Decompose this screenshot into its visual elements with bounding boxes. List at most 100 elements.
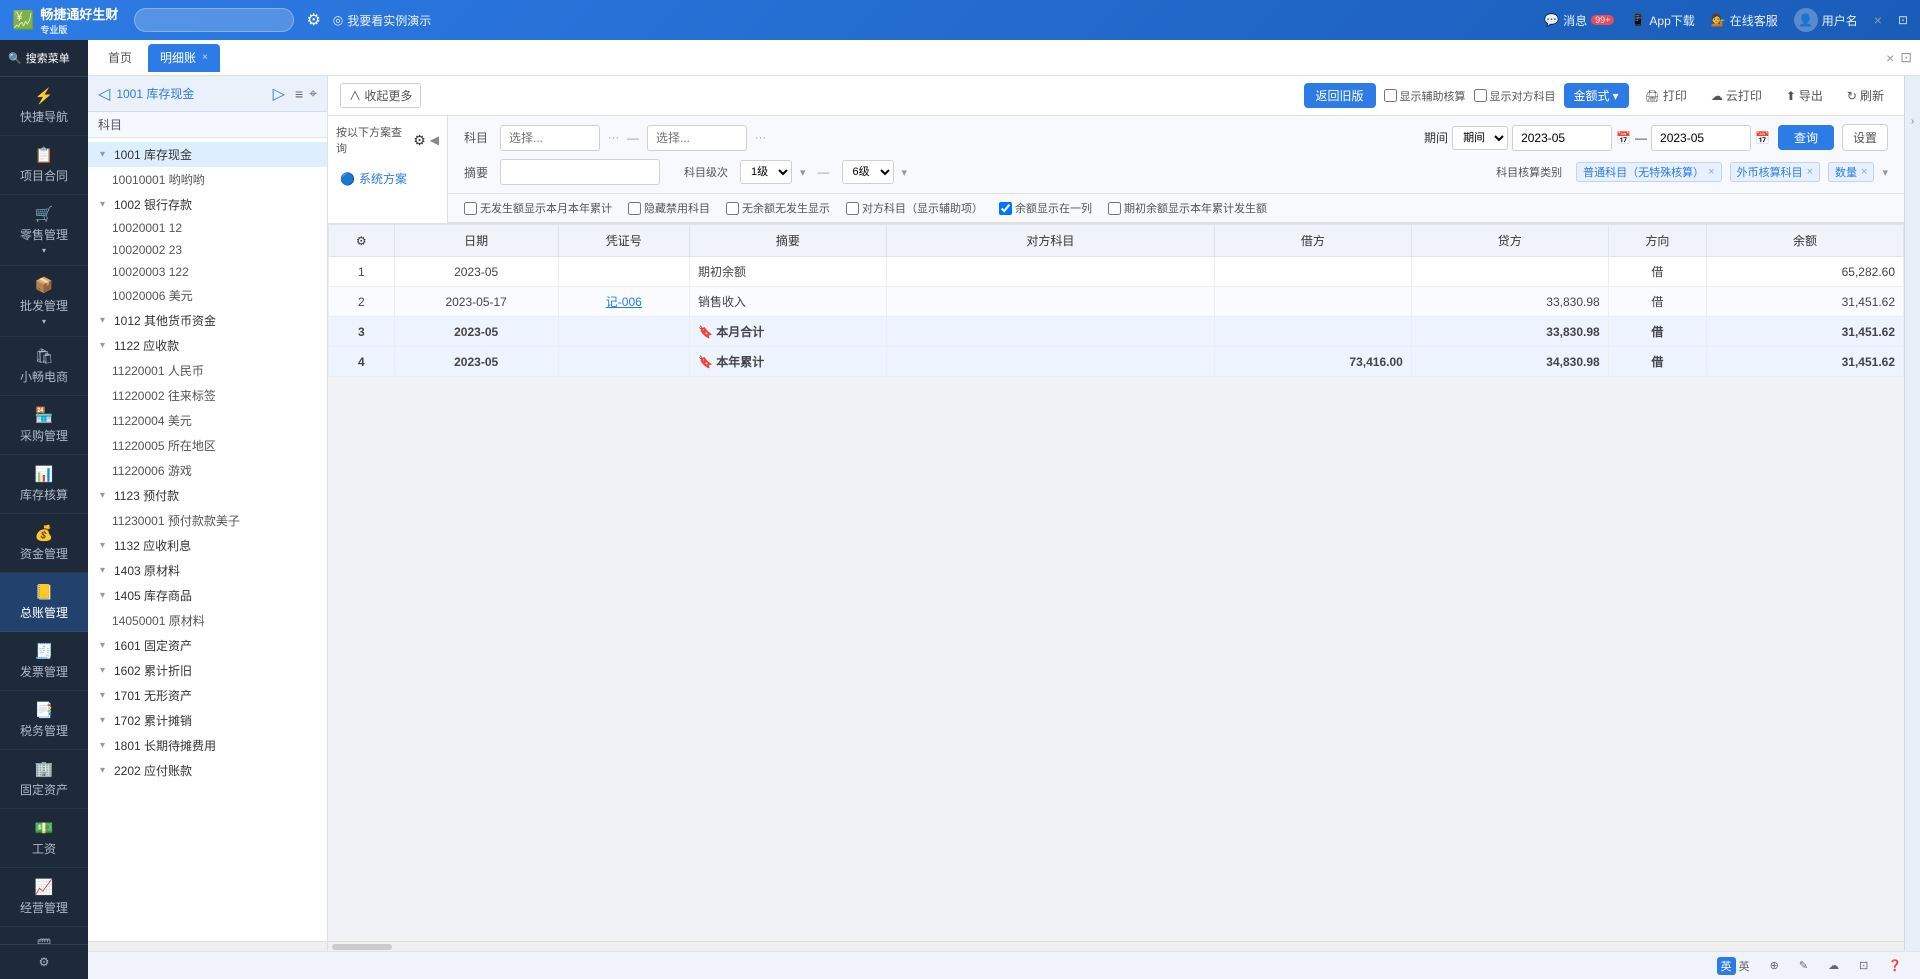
table-row[interactable]: 32023-05🔖 本月合计33,830.98借31,451.62 xyxy=(329,317,1904,347)
tree-item-11220001[interactable]: 11220001 人民币 xyxy=(88,358,327,383)
print-btn[interactable]: 🖨 打印 xyxy=(1637,84,1695,107)
tree-item-1702[interactable]: ▾1702 累计摊销 xyxy=(88,708,327,733)
sidebar-item-retail[interactable]: 🛒零售管理▾ xyxy=(0,195,88,266)
account-filter-end-more[interactable]: ··· xyxy=(755,132,766,144)
sidebar-item-assets[interactable]: 🏢固定资产 xyxy=(0,750,88,809)
level-end-select[interactable]: 6级 xyxy=(842,160,894,184)
category-dropdown-icon[interactable]: ▾ xyxy=(1882,166,1888,179)
sidebar-item-inventory[interactable]: 📊库存核算 xyxy=(0,455,88,514)
sidebar-settings-btn[interactable]: ⚙ xyxy=(0,944,88,979)
status-box-icon[interactable]: ⊡ xyxy=(1853,957,1874,974)
account-scrollbar[interactable] xyxy=(88,941,327,951)
tree-item-2202[interactable]: ▾2202 应付账款 xyxy=(88,758,327,783)
tag-foreign-remove[interactable]: × xyxy=(1807,166,1813,178)
tree-item-1602[interactable]: ▾1602 累计折旧 xyxy=(88,658,327,683)
tree-item-10010001[interactable]: 10010001 哟哟哟 xyxy=(88,167,327,192)
account-nav-left-icon[interactable]: ◁ xyxy=(98,84,110,104)
td-voucher[interactable] xyxy=(558,257,689,287)
tree-item-1002[interactable]: ▾1002 银行存款 xyxy=(88,192,327,217)
table-row[interactable]: 42023-05🔖 本年累计73,416.0034,830.98借31,451.… xyxy=(329,347,1904,377)
settings-icon[interactable]: ⚙ xyxy=(306,10,320,30)
calendar-end-icon[interactable]: 📅 xyxy=(1755,131,1770,145)
tree-item-1403[interactable]: ▾1403 原材料 xyxy=(88,558,327,583)
account-menu-icon[interactable]: ≡ xyxy=(295,86,303,102)
checkbox-no-balance-show2[interactable]: 无余额无发生显示 xyxy=(726,200,830,216)
top-search-input[interactable] xyxy=(134,8,294,32)
level-start-select[interactable]: 1级 xyxy=(740,160,792,184)
calendar-start-icon[interactable]: 📅 xyxy=(1616,131,1631,145)
back-btn[interactable]: 返回旧版 xyxy=(1304,83,1376,108)
account-filter-more-icon[interactable]: ··· xyxy=(608,132,619,144)
tree-item-11220004[interactable]: 11220004 美元 xyxy=(88,408,327,433)
table-row[interactable]: 12023-05期初余额借65,282.60 xyxy=(329,257,1904,287)
tree-item-10020002[interactable]: 10020002 23 xyxy=(88,239,327,261)
tree-item-1405[interactable]: ▾1405 库存商品 xyxy=(88,583,327,608)
status-cloud-icon[interactable]: ☁ xyxy=(1822,957,1845,974)
demo-link[interactable]: ◎ 我要看实例演示 xyxy=(333,12,432,29)
close-tab-icon[interactable]: × xyxy=(1886,50,1894,66)
tab-ledger-detail[interactable]: 明细账 × xyxy=(148,44,220,72)
scheme-arrow-icon[interactable]: ◀ xyxy=(430,133,439,147)
tree-item-1801[interactable]: ▾1801 长期待摊费用 xyxy=(88,733,327,758)
level-dropdown-icon[interactable]: ▾ xyxy=(800,166,806,179)
tree-item-11220005[interactable]: 11220005 所在地区 xyxy=(88,433,327,458)
sidebar-item-contract[interactable]: 📋项目合同 xyxy=(0,136,88,195)
period-type-select[interactable]: 期间 xyxy=(1452,126,1508,150)
tree-item-1601[interactable]: ▾1601 固定资产 xyxy=(88,633,327,658)
td-voucher[interactable]: 记-006 xyxy=(558,287,689,317)
summary-filter-input[interactable] xyxy=(500,159,660,185)
sidebar-item-finance[interactable]: 💰资金管理 xyxy=(0,514,88,573)
checkbox-hide-unused[interactable]: 隐藏禁用科目 xyxy=(628,200,710,216)
sidebar-item-purchase[interactable]: 🏪采购管理 xyxy=(0,396,88,455)
scroll-thumb[interactable] xyxy=(332,944,392,950)
level-end-dropdown-icon[interactable]: ▾ xyxy=(902,166,908,179)
show-assist-checkbox[interactable]: 显示辅助核算 xyxy=(1384,88,1466,104)
table-row[interactable]: 22023-05-17记-006销售收入33,830.98借31,451.62 xyxy=(329,287,1904,317)
online-service-btn[interactable]: 💁 在线客服 xyxy=(1711,12,1778,29)
sidebar-item-ecommerce[interactable]: 🛍小畅电商 xyxy=(0,337,88,396)
tree-item-11220002[interactable]: 11220002 往来标签 xyxy=(88,383,327,408)
tag-normal-remove[interactable]: × xyxy=(1708,166,1714,178)
close-window-icon[interactable]: × xyxy=(1874,12,1882,28)
td-voucher[interactable] xyxy=(558,347,689,377)
settings-col-icon[interactable]: ⚙ xyxy=(356,234,367,248)
right-collapse-panel[interactable]: › xyxy=(1904,76,1920,951)
query-btn[interactable]: 查询 xyxy=(1778,125,1834,150)
user-avatar[interactable]: 👤 用户名 xyxy=(1794,8,1858,32)
tree-item-1122[interactable]: ▾1122 应收款 xyxy=(88,333,327,358)
tree-item-1132[interactable]: ▾1132 应收利息 xyxy=(88,533,327,558)
scheme-gear-icon[interactable]: ⚙ xyxy=(413,132,426,149)
period-end-input[interactable] xyxy=(1651,125,1751,151)
sidebar-search[interactable]: 🔍 搜索菜单 xyxy=(0,40,88,77)
sidebar-item-report[interactable]: 🗒小畅报销 xyxy=(0,927,88,944)
checkbox-period-balance[interactable]: 期初余额显示本年累计发生额 xyxy=(1108,200,1267,216)
sidebar-item-ledger[interactable]: 📒总账管理 xyxy=(0,573,88,632)
sidebar-item-operations[interactable]: 📈经营管理 xyxy=(0,868,88,927)
checkbox-balance-in-row[interactable]: 余额显示在一列 xyxy=(999,200,1092,216)
account-filter-input[interactable] xyxy=(500,125,600,151)
tree-item-1001[interactable]: ▾1001 库存现金 xyxy=(88,142,327,167)
tree-item-1123[interactable]: ▾1123 预付款 xyxy=(88,483,327,508)
status-help-icon[interactable]: ❓ xyxy=(1882,957,1908,974)
mode-btn[interactable]: 金额式 ▾ xyxy=(1564,83,1629,108)
system-scheme-item[interactable]: 🔵 系统方案 xyxy=(336,166,439,191)
sidebar-item-wholesale[interactable]: 📦批发管理▾ xyxy=(0,266,88,337)
checkbox-no-balance-show[interactable]: 无发生额显示本月本年累计 xyxy=(464,200,612,216)
message-btn[interactable]: 💬 消息 99+ xyxy=(1544,12,1614,29)
tab-close-icon[interactable]: × xyxy=(202,52,208,63)
status-edit-icon[interactable]: ✎ xyxy=(1793,957,1814,974)
lang-btn[interactable]: 英 英 xyxy=(1711,955,1756,977)
app-download-btn[interactable]: 📱 App下载 xyxy=(1630,12,1694,29)
tree-item-14050001[interactable]: 14050001 原材料 xyxy=(88,608,327,633)
status-add-icon[interactable]: ⊕ xyxy=(1764,957,1785,974)
setting-btn[interactable]: 设置 xyxy=(1842,124,1888,151)
tree-item-10020006[interactable]: 10020006 美元 xyxy=(88,283,327,308)
tree-item-1701[interactable]: ▾1701 无形资产 xyxy=(88,683,327,708)
tree-item-1012[interactable]: ▾1012 其他货币资金 xyxy=(88,308,327,333)
account-filter-input-end[interactable] xyxy=(647,125,747,151)
tree-item-11230001[interactable]: 11230001 预付款款美子 xyxy=(88,508,327,533)
td-voucher[interactable] xyxy=(558,317,689,347)
cloud-print-btn[interactable]: ☁ 云打印 xyxy=(1703,84,1770,107)
maximize-icon[interactable]: ⊡ xyxy=(1898,13,1908,27)
sidebar-item-invoice[interactable]: 🧾发票管理 xyxy=(0,632,88,691)
